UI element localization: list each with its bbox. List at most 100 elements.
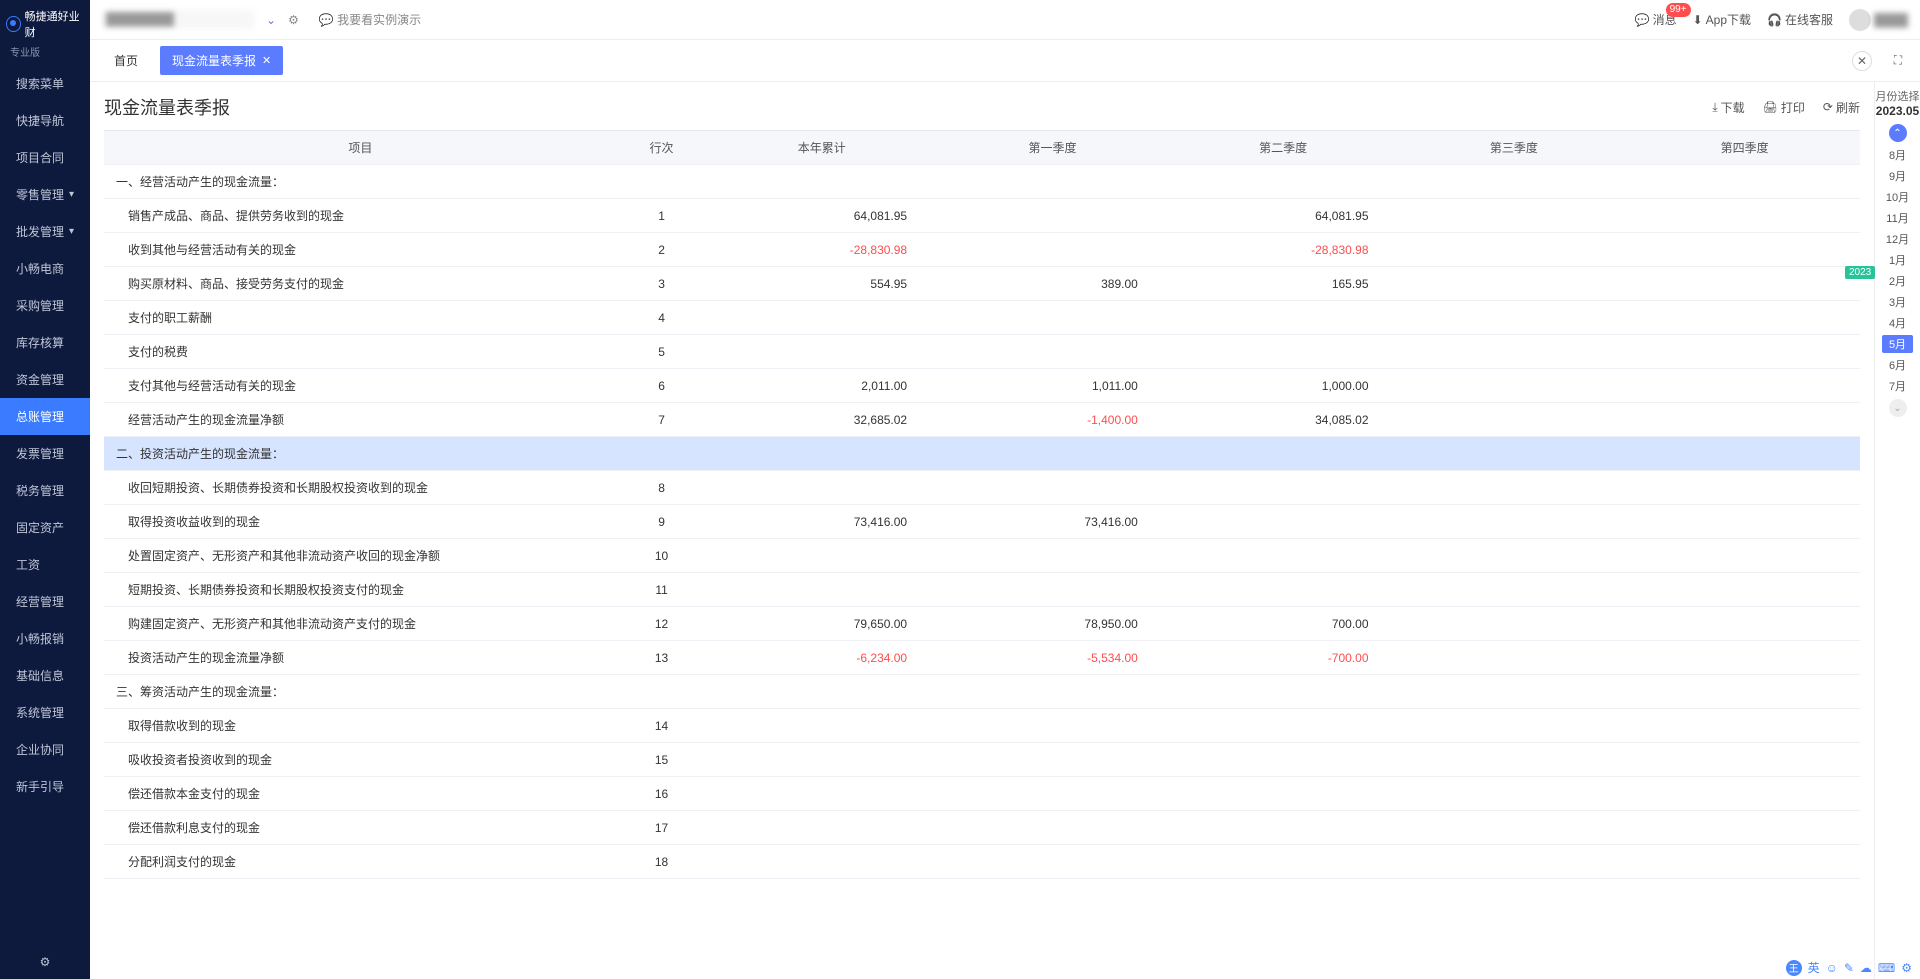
messages-button[interactable]: 💬 消息 99+ — [1635, 11, 1677, 28]
sidebar-item-0[interactable]: 搜索菜单 — [0, 65, 90, 102]
sidebar-item-2[interactable]: 项目合同 — [0, 139, 90, 176]
view-demo-link[interactable]: 💬 我要看实例演示 — [319, 11, 421, 28]
settings-gear-button[interactable]: ⚙ — [0, 945, 90, 979]
table-row: 购买原材料、商品、接受劳务支付的现金3554.95389.00165.95 — [104, 267, 1860, 301]
month-selector-panel: 月份选择 2023.05 ⌃ 2023 8月9月10月11月12月1月2月3月4… — [1874, 82, 1920, 979]
tab-home[interactable]: 首页 — [102, 46, 150, 75]
sidebar-item-14[interactable]: 经营管理 — [0, 583, 90, 620]
table-row: 吸收投资者投资收到的现金15 — [104, 743, 1860, 777]
month-option[interactable]: 3月 — [1882, 293, 1913, 311]
tab-cashflow-quarterly[interactable]: 现金流量表季报 ✕ — [160, 46, 283, 75]
sidebar-item-6[interactable]: 采购管理 — [0, 287, 90, 324]
chat-icon: 💬 — [319, 13, 334, 27]
scroll-up-icon[interactable]: ⌃ — [1889, 124, 1907, 142]
table-row: 支付的税费5 — [104, 335, 1860, 369]
ime-keyboard-icon[interactable]: ⌨ — [1878, 961, 1895, 975]
month-current: 2023.05 — [1876, 104, 1919, 118]
table-row: 取得投资收益收到的现金973,416.0073,416.00 — [104, 505, 1860, 539]
download-icon: ⬇ — [1693, 13, 1703, 27]
table-row: 经营活动产生的现金流量净额732,685.02-1,400.0034,085.0… — [104, 403, 1860, 437]
col-header: 第四季度 — [1629, 131, 1860, 165]
col-header: 项目 — [104, 131, 617, 165]
month-option[interactable]: 10月 — [1882, 188, 1913, 206]
table-row: 二、投资活动产生的现金流量： — [104, 437, 1860, 471]
table-row: 收到其他与经营活动有关的现金2-28,830.98-28,830.98 — [104, 233, 1860, 267]
table-row: 分配利润支付的现金18 — [104, 845, 1860, 879]
sidebar-item-12[interactable]: 固定资产 — [0, 509, 90, 546]
chevron-down-icon: ▾ — [69, 189, 74, 200]
table-row: 销售产成品、商品、提供劳务收到的现金164,081.9564,081.95 — [104, 199, 1860, 233]
message-badge: 99+ — [1666, 3, 1691, 17]
ime-lang-button[interactable]: 英 — [1808, 959, 1820, 976]
gear-icon[interactable]: ⚙ — [288, 13, 299, 27]
sidebar-item-16[interactable]: 基础信息 — [0, 657, 90, 694]
online-service-button[interactable]: 🎧 在线客服 — [1767, 11, 1833, 28]
sidebar: 畅捷通好业财 专业版 搜索菜单快捷导航项目合同零售管理▾批发管理▾小畅电商采购管… — [0, 0, 90, 979]
table-row: 取得借款收到的现金14 — [104, 709, 1860, 743]
ime-cloud-icon[interactable]: ☁ — [1860, 961, 1872, 975]
table-row: 收回短期投资、长期债券投资和长期股权投资收到的现金8 — [104, 471, 1860, 505]
ime-settings-icon[interactable]: ⚙ — [1901, 961, 1912, 975]
ime-edit-icon[interactable]: ✎ — [1844, 961, 1854, 975]
close-all-tabs-button[interactable]: ✕ — [1852, 51, 1872, 71]
download-button[interactable]: ⤓下载 — [1712, 99, 1744, 116]
month-option[interactable]: 5月 — [1882, 335, 1913, 353]
sidebar-item-5[interactable]: 小畅电商 — [0, 250, 90, 287]
month-option[interactable]: 9月 — [1882, 167, 1913, 185]
month-option[interactable]: 6月 — [1882, 356, 1913, 374]
table-row: 处置固定资产、无形资产和其他非流动资产收回的现金净额10 — [104, 539, 1860, 573]
nav-menu: 搜索菜单快捷导航项目合同零售管理▾批发管理▾小畅电商采购管理库存核算资金管理总账… — [0, 65, 90, 945]
app-download-button[interactable]: ⬇ App下载 — [1693, 11, 1751, 28]
sidebar-item-9[interactable]: 总账管理 — [0, 398, 90, 435]
avatar — [1849, 9, 1871, 31]
chevron-down-icon[interactable]: ⌄ — [266, 13, 276, 27]
month-option[interactable]: 8月 — [1882, 146, 1913, 164]
ime-indicator-icon[interactable]: 王 — [1786, 960, 1802, 976]
scroll-down-icon[interactable]: ⌄ — [1889, 399, 1907, 417]
fullscreen-icon[interactable]: ⛶ — [1888, 51, 1908, 71]
sidebar-item-7[interactable]: 库存核算 — [0, 324, 90, 361]
col-header: 本年累计 — [706, 131, 937, 165]
sidebar-item-8[interactable]: 资金管理 — [0, 361, 90, 398]
page-title: 现金流量表季报 — [104, 94, 230, 120]
year-tag: 2023 — [1845, 266, 1875, 279]
logo: 畅捷通好业财 — [0, 0, 90, 48]
sidebar-item-1[interactable]: 快捷导航 — [0, 102, 90, 139]
sidebar-item-11[interactable]: 税务管理 — [0, 472, 90, 509]
sidebar-item-4[interactable]: 批发管理▾ — [0, 213, 90, 250]
month-option[interactable]: 11月 — [1882, 209, 1913, 227]
chevron-down-icon: ▾ — [69, 226, 74, 237]
refresh-icon: ⟳ — [1823, 100, 1833, 114]
table-row: 偿还借款本金支付的现金16 — [104, 777, 1860, 811]
print-button[interactable]: 🖨打印 — [1763, 99, 1805, 116]
ime-bar: 王 英 ☺ ✎ ☁ ⌨ ⚙ — [1786, 959, 1912, 976]
month-label: 月份选择 — [1876, 88, 1920, 104]
sidebar-item-17[interactable]: 系统管理 — [0, 694, 90, 731]
month-option[interactable]: 1月 — [1882, 251, 1913, 269]
table-row: 短期投资、长期债券投资和长期股权投资支付的现金11 — [104, 573, 1860, 607]
ime-emoji-icon[interactable]: ☺ — [1826, 961, 1838, 975]
month-option[interactable]: 2月 — [1882, 272, 1913, 290]
sidebar-item-15[interactable]: 小畅报销 — [0, 620, 90, 657]
sidebar-item-18[interactable]: 企业协同 — [0, 731, 90, 768]
print-icon: 🖨 — [1763, 100, 1778, 114]
table-row: 投资活动产生的现金流量净额13-6,234.00-5,534.00-700.00 — [104, 641, 1860, 675]
user-menu[interactable]: ████ — [1849, 9, 1908, 31]
headset-icon: 🎧 — [1767, 13, 1782, 27]
sidebar-item-10[interactable]: 发票管理 — [0, 435, 90, 472]
sidebar-item-19[interactable]: 新手引导 — [0, 768, 90, 805]
refresh-button[interactable]: ⟳刷新 — [1823, 99, 1860, 116]
brand-edition: 专业版 — [0, 44, 90, 65]
table-row: 支付其他与经营活动有关的现金62,011.001,011.001,000.00 — [104, 369, 1860, 403]
sidebar-item-3[interactable]: 零售管理▾ — [0, 176, 90, 213]
org-selector[interactable]: ████████ — [102, 10, 254, 29]
tabs-row: 首页 现金流量表季报 ✕ ✕ ⛶ — [90, 40, 1920, 82]
close-icon[interactable]: ✕ — [262, 54, 271, 67]
month-option[interactable]: 7月 — [1882, 377, 1913, 395]
brand-name: 畅捷通好业财 — [25, 8, 84, 40]
month-option[interactable]: 12月 — [1882, 230, 1913, 248]
col-header: 第二季度 — [1168, 131, 1399, 165]
table-row: 偿还借款利息支付的现金17 — [104, 811, 1860, 845]
sidebar-item-13[interactable]: 工资 — [0, 546, 90, 583]
month-option[interactable]: 4月 — [1882, 314, 1913, 332]
